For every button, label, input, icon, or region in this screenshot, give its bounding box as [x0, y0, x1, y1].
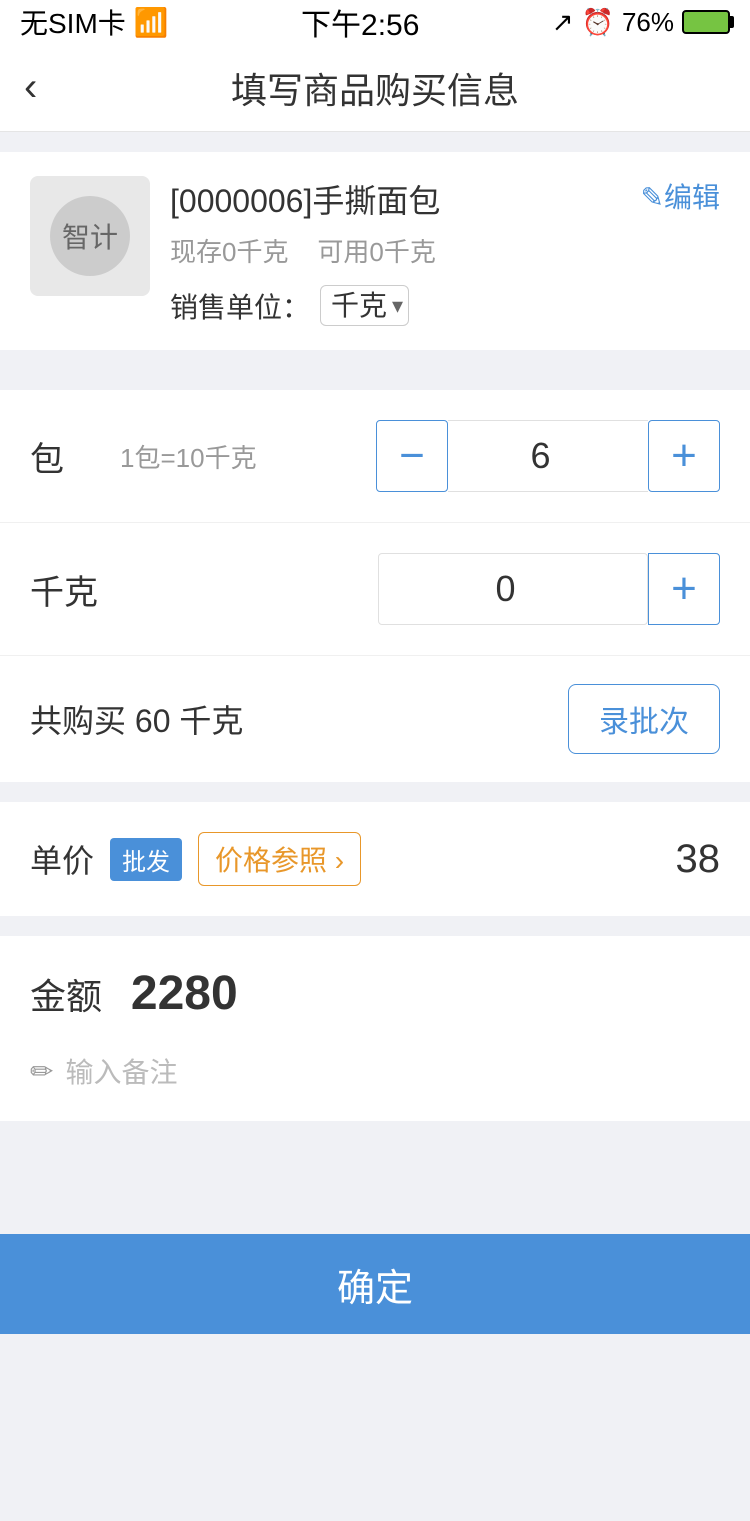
pencil-icon: ✏	[30, 1055, 53, 1088]
page-title: 填写商品购买信息	[231, 62, 519, 114]
bag-minus-button[interactable]: −	[376, 420, 448, 492]
price-reference-button[interactable]: 价格参照 ›	[198, 832, 361, 886]
quantity-section: 包 1包=10千克 − + 千克 + 共购买 60 千克 录批次	[0, 390, 750, 782]
summary-text: 共购买 60 千克	[30, 696, 568, 742]
kg-quantity-input[interactable]	[378, 553, 648, 625]
back-button[interactable]: ‹	[24, 65, 37, 110]
summary-row: 共购买 60 千克 录批次	[0, 656, 750, 782]
available-label: 可用0千克	[317, 237, 435, 267]
product-name: [0000006]手撕面包	[170, 176, 720, 222]
price-type-tag: 批发	[110, 838, 182, 881]
section-separator-2	[0, 782, 750, 802]
amount-row: 金额 2280	[0, 936, 750, 1031]
amount-label: 金额	[30, 976, 102, 1017]
note-placeholder: 输入备注	[65, 1051, 177, 1091]
product-logo: 智计	[50, 196, 130, 276]
amount-value: 2280	[131, 967, 238, 1020]
stock-label: 现存0千克	[170, 237, 288, 267]
kg-label: 千克	[30, 565, 110, 614]
kg-qty-control: +	[378, 553, 720, 625]
product-image: 智计	[30, 176, 150, 296]
status-right: ↗ ⏰ 76%	[552, 7, 730, 38]
location-icon: ↗	[552, 7, 574, 38]
record-batch-button[interactable]: 录批次	[568, 684, 720, 754]
status-time: 下午2:56	[301, 0, 419, 44]
note-row[interactable]: ✏ 输入备注	[0, 1031, 750, 1121]
alarm-icon: ⏰	[582, 7, 614, 38]
bag-quantity-row: 包 1包=10千克 − +	[0, 390, 750, 523]
nav-bar: ‹ 填写商品购买信息	[0, 44, 750, 132]
product-card: 智计 [0000006]手撕面包 现存0千克 可用0千克 销售单位： 千克 ✎编…	[0, 152, 750, 350]
unit-prefix-label: 销售单位：	[170, 286, 310, 326]
status-bar: 无SIM卡 📶 下午2:56 ↗ ⏰ 76%	[0, 0, 750, 44]
bag-unit-label: 1包=10千克	[120, 438, 376, 475]
amount-section: 金额 2280 ✏ 输入备注	[0, 916, 750, 1121]
battery-label: 76%	[622, 7, 674, 38]
bag-plus-button[interactable]: +	[648, 420, 720, 492]
logo-text: 智计	[62, 216, 118, 256]
bag-qty-control: − +	[376, 420, 720, 492]
section-separator-1	[0, 350, 750, 370]
carrier-label: 无SIM卡	[20, 2, 126, 42]
price-value: 38	[676, 837, 721, 882]
edit-button[interactable]: ✎编辑	[641, 176, 720, 216]
bag-label: 包	[30, 432, 110, 481]
confirm-button[interactable]: 确定	[0, 1234, 750, 1334]
product-stock: 现存0千克 可用0千克	[170, 232, 720, 269]
status-left: 无SIM卡 📶	[20, 2, 169, 42]
amount-separator	[0, 916, 750, 936]
bag-quantity-input[interactable]	[448, 420, 648, 492]
unit-select[interactable]: 千克	[320, 285, 409, 326]
unit-select-wrapper[interactable]: 千克	[320, 285, 409, 326]
wifi-icon: 📶	[134, 6, 169, 39]
price-label: 单价	[30, 836, 94, 882]
battery-icon	[682, 10, 730, 34]
product-info: [0000006]手撕面包 现存0千克 可用0千克 销售单位： 千克	[170, 176, 720, 326]
product-unit-row: 销售单位： 千克	[170, 285, 720, 326]
price-section: 单价 批发 价格参照 › 38	[0, 802, 750, 916]
kg-plus-button[interactable]: +	[648, 553, 720, 625]
kg-quantity-row: 千克 +	[0, 523, 750, 656]
